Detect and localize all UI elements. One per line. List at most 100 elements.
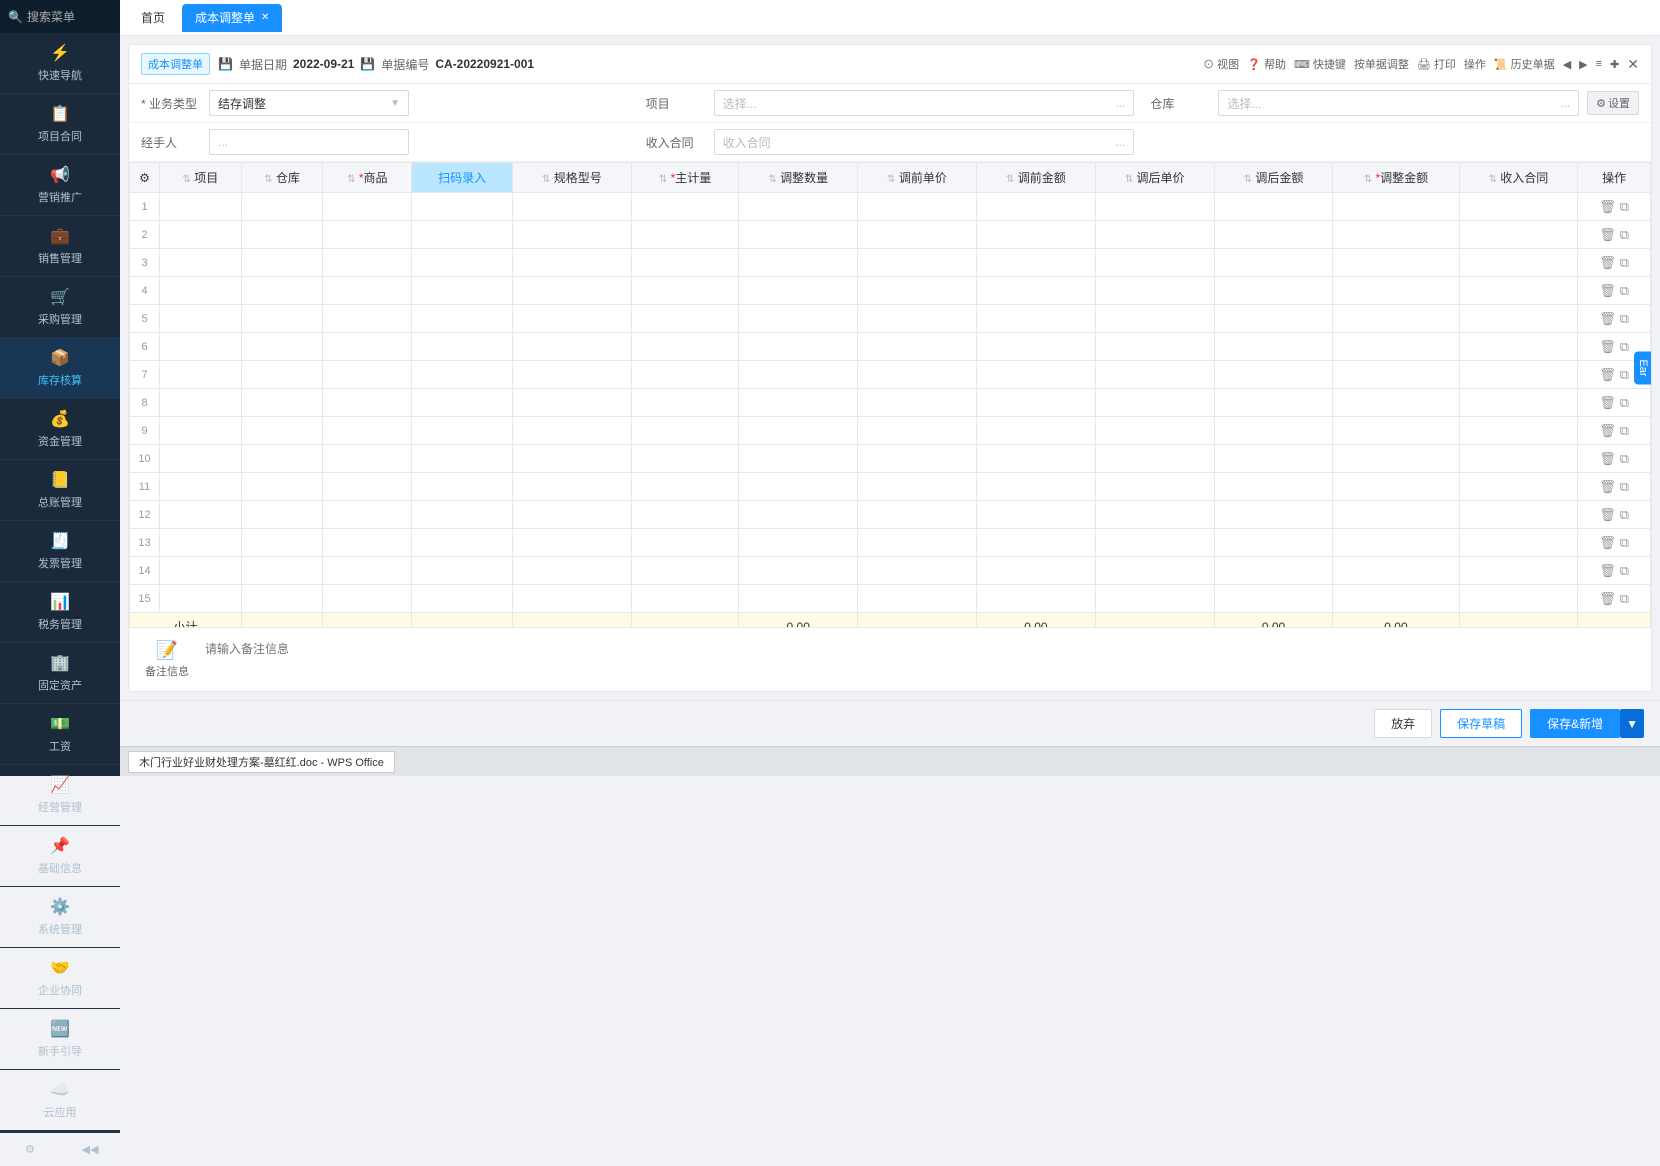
data-cell[interactable] (1459, 249, 1578, 277)
data-cell[interactable] (512, 417, 631, 445)
data-cell[interactable] (1333, 249, 1459, 277)
discard-button[interactable]: 放弃 (1374, 709, 1432, 738)
data-cell[interactable] (1333, 361, 1459, 389)
data-cell[interactable] (631, 221, 739, 249)
data-cell[interactable] (1333, 277, 1459, 305)
data-cell[interactable] (412, 529, 513, 557)
data-cell[interactable] (1333, 417, 1459, 445)
data-cell[interactable] (858, 305, 977, 333)
data-cell[interactable] (160, 445, 242, 473)
data-cell[interactable] (1095, 277, 1214, 305)
data-cell[interactable] (241, 277, 323, 305)
data-cell[interactable] (1333, 501, 1459, 529)
sort-icon-after-amount[interactable]: ⇅ (1244, 174, 1252, 185)
data-cell[interactable] (739, 501, 858, 529)
data-cell[interactable] (976, 277, 1095, 305)
data-cell[interactable] (241, 445, 323, 473)
data-cell[interactable] (160, 473, 242, 501)
delete-row-btn[interactable]: 🗑 (1599, 367, 1616, 383)
data-cell[interactable] (976, 473, 1095, 501)
sidebar-item-payroll[interactable]: 💵 工资 (0, 704, 120, 765)
data-cell[interactable] (1333, 221, 1459, 249)
sidebar-item-sales-mgmt[interactable]: 💼 销售管理 (0, 216, 120, 277)
data-cell[interactable] (241, 193, 323, 221)
data-cell[interactable] (858, 277, 977, 305)
data-cell[interactable] (1095, 389, 1214, 417)
data-cell[interactable] (412, 445, 513, 473)
sort-icon-before-amount[interactable]: ⇅ (1006, 174, 1014, 185)
data-cell[interactable] (1095, 305, 1214, 333)
data-cell[interactable] (1095, 249, 1214, 277)
sidebar-item-ops-mgmt[interactable]: 📈 经营管理 (0, 765, 120, 826)
copy-row-btn[interactable]: ⧉ (1620, 227, 1629, 243)
data-cell[interactable] (323, 333, 412, 361)
data-cell[interactable] (1214, 221, 1333, 249)
data-cell[interactable] (1214, 389, 1333, 417)
nav-prev-btn[interactable]: ◀ (1563, 58, 1571, 71)
tab-cost-adjust[interactable]: 成本调整单 ✕ (182, 4, 282, 32)
copy-row-btn[interactable]: ⧉ (1620, 283, 1629, 299)
data-cell[interactable] (1095, 333, 1214, 361)
data-cell[interactable] (739, 361, 858, 389)
sidebar-item-capital-mgmt[interactable]: 💰 资金管理 (0, 399, 120, 460)
data-cell[interactable] (858, 501, 977, 529)
data-cell[interactable] (976, 445, 1095, 473)
data-cell[interactable] (1095, 557, 1214, 585)
sidebar-item-inventory-calc[interactable]: 📦 库存核算 (0, 338, 120, 399)
data-cell[interactable] (976, 305, 1095, 333)
data-cell[interactable] (976, 389, 1095, 417)
copy-row-btn[interactable]: ⧉ (1620, 339, 1629, 355)
data-cell[interactable] (739, 529, 858, 557)
data-cell[interactable] (323, 529, 412, 557)
copy-row-btn[interactable]: ⧉ (1620, 507, 1629, 523)
data-cell[interactable] (1095, 361, 1214, 389)
data-cell[interactable] (1459, 417, 1578, 445)
data-cell[interactable] (858, 445, 977, 473)
data-cell[interactable] (739, 557, 858, 585)
data-cell[interactable] (1095, 473, 1214, 501)
data-cell[interactable] (1459, 529, 1578, 557)
data-cell[interactable] (1095, 585, 1214, 613)
data-cell[interactable] (412, 221, 513, 249)
data-cell[interactable] (976, 557, 1095, 585)
data-cell[interactable] (160, 277, 242, 305)
sidebar-collapse-btn[interactable]: ◀◀ (60, 1132, 120, 1166)
data-cell[interactable] (160, 389, 242, 417)
data-cell[interactable] (631, 277, 739, 305)
data-cell[interactable] (512, 529, 631, 557)
data-cell[interactable] (512, 445, 631, 473)
taskbar-wps-item[interactable]: 木门行业好业财处理方案-墓红红.doc - WPS Office (128, 751, 395, 773)
data-cell[interactable] (323, 277, 412, 305)
data-cell[interactable] (858, 221, 977, 249)
data-cell[interactable] (512, 585, 631, 613)
data-cell[interactable] (323, 361, 412, 389)
save-draft-button[interactable]: 保存草稿 (1440, 709, 1522, 738)
data-cell[interactable] (1095, 501, 1214, 529)
delete-row-btn[interactable]: 🗑 (1599, 535, 1616, 551)
settings-button[interactable]: ⚙ 设置 (1587, 91, 1639, 115)
data-cell[interactable] (241, 585, 323, 613)
data-cell[interactable] (739, 333, 858, 361)
data-cell[interactable] (1459, 333, 1578, 361)
data-cell[interactable] (323, 417, 412, 445)
delete-row-btn[interactable]: 🗑 (1599, 479, 1616, 495)
copy-row-btn[interactable]: ⧉ (1620, 423, 1629, 439)
data-cell[interactable] (1214, 501, 1333, 529)
copy-row-btn[interactable]: ⧉ (1620, 199, 1629, 215)
data-cell[interactable] (1459, 557, 1578, 585)
data-cell[interactable] (976, 193, 1095, 221)
data-cell[interactable] (412, 333, 513, 361)
sidebar-item-ledger-mgmt[interactable]: 📒 总账管理 (0, 460, 120, 521)
sort-icon-adjust-amount[interactable]: ⇅ (1364, 174, 1372, 185)
sidebar-item-purchase-mgmt[interactable]: 🛒 采购管理 (0, 277, 120, 338)
data-cell[interactable] (241, 333, 323, 361)
project-input[interactable]: 选择... ... (714, 90, 1135, 116)
data-cell[interactable] (1095, 193, 1214, 221)
tab-close-icon[interactable]: ✕ (261, 12, 269, 23)
delete-row-btn[interactable]: 🗑 (1599, 227, 1616, 243)
sidebar-item-enterprise-coop[interactable]: 🤝 企业协同 (0, 948, 120, 1009)
data-cell[interactable] (739, 473, 858, 501)
sidebar-item-quick-nav[interactable]: ⚡ 快速导航 (0, 33, 120, 94)
handler-input[interactable]: ... (209, 129, 409, 155)
data-cell[interactable] (1214, 473, 1333, 501)
